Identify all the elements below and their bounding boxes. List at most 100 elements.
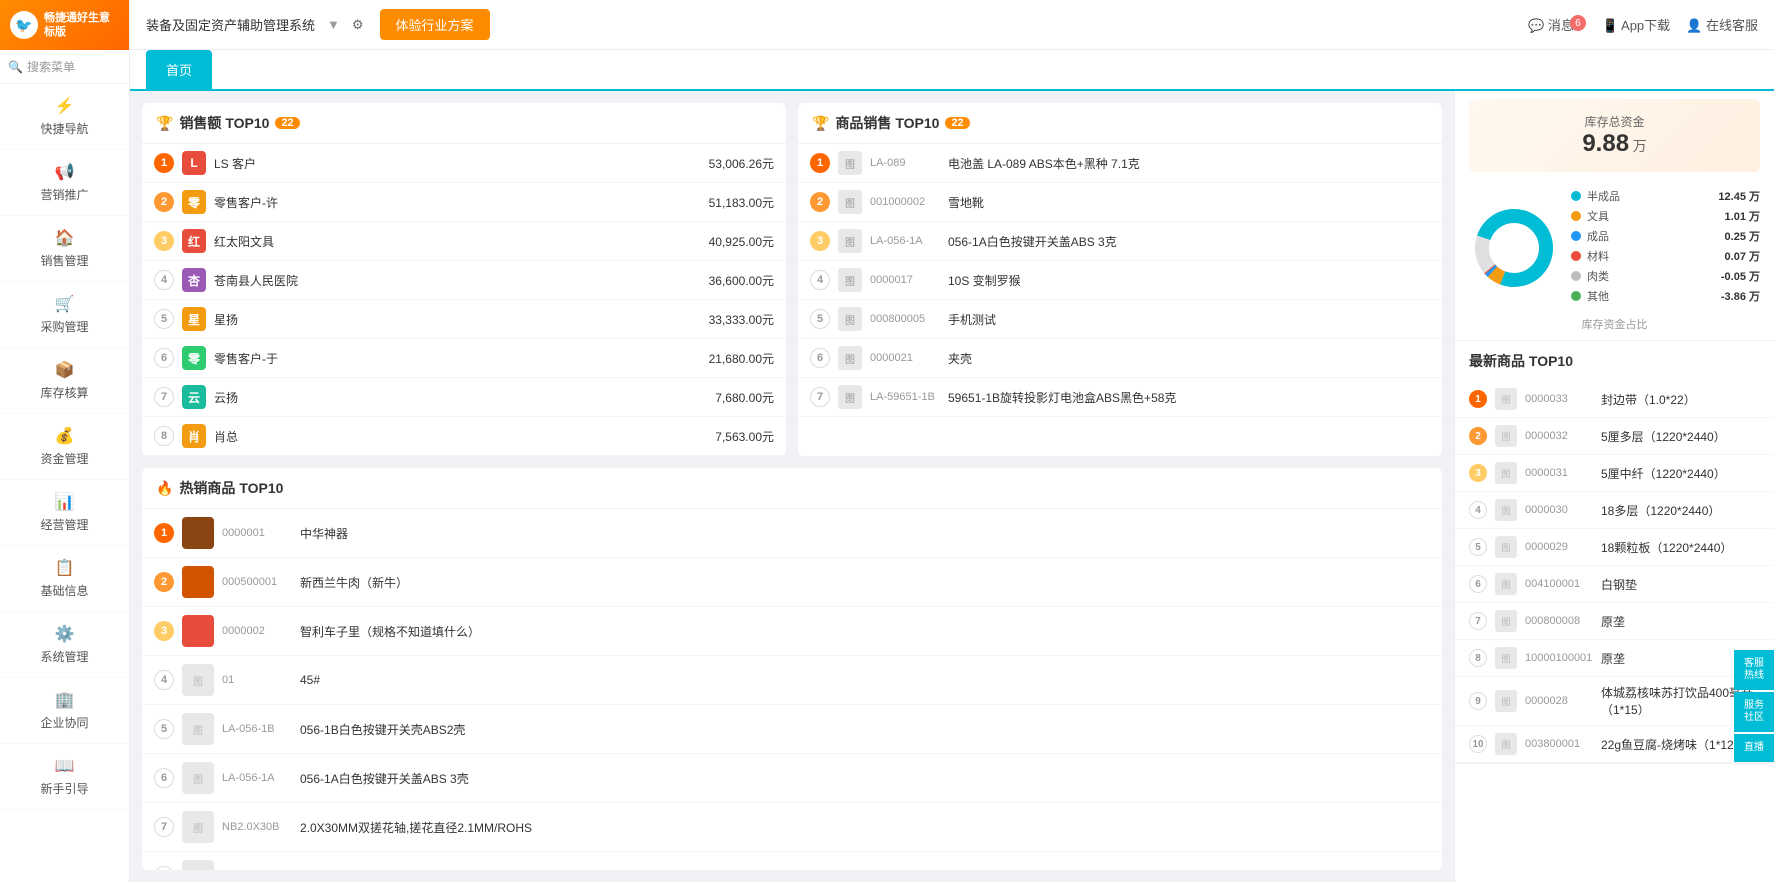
- legend-value: -3.86 万: [1721, 288, 1760, 304]
- sidebar-item-guide[interactable]: 📖 新手引导: [0, 744, 129, 810]
- tab-home[interactable]: 首页: [146, 50, 212, 89]
- sidebar-item-system[interactable]: ⚙️ 系统管理: [0, 612, 129, 678]
- sidebar-item-label: 营销推广: [40, 186, 88, 203]
- sidebar-item-label: 经营管理: [40, 516, 88, 533]
- rank-number: 4: [154, 270, 174, 290]
- list-item: 7 图 NB2.0X30B 2.0X30MM双搓花轴,搓花直径2.1MM/ROH…: [142, 803, 1442, 852]
- inventory-card: 库存总资金 9.88 万: [1469, 99, 1760, 172]
- product-code: 0000032: [1525, 430, 1593, 442]
- product-img: 图: [182, 860, 214, 870]
- float-btn-community[interactable]: 服务社区: [1734, 692, 1774, 732]
- sidebar-item-company[interactable]: 🏢 企业协同: [0, 678, 129, 744]
- avatar: L: [182, 151, 206, 175]
- inventory-icon: 📦: [55, 360, 75, 380]
- product-img: 图: [838, 151, 862, 175]
- product-rank-badge: 22: [945, 117, 969, 129]
- list-item: 5 图 LA-056-1B 056-1B白色按键开关壳ABS2壳: [142, 705, 1442, 754]
- product-img: 图: [1495, 462, 1517, 484]
- float-btn-live[interactable]: 直播: [1734, 734, 1774, 762]
- legend-item: 文具 1.01 万: [1571, 208, 1760, 224]
- avatar: 红: [182, 229, 206, 253]
- message-badge: 6: [1570, 15, 1586, 31]
- rank-number: 1: [154, 153, 174, 173]
- avatar: 星: [182, 307, 206, 331]
- app-link[interactable]: 📱 App下载: [1602, 15, 1670, 34]
- settings-icon[interactable]: ⚙: [352, 17, 364, 33]
- sidebar-item-shortcut[interactable]: ⚡ 快捷导航: [0, 84, 129, 150]
- table-row: 7 云 云扬 7,680.00元: [142, 378, 786, 417]
- customer-rank-badge: 22: [275, 117, 299, 129]
- sidebar-item-finance[interactable]: 💰 资金管理: [0, 414, 129, 480]
- customer-value: 33,333.00元: [709, 311, 774, 328]
- new-products-title: 最新商品 TOP10: [1455, 341, 1774, 381]
- legend-dot: [1571, 251, 1581, 261]
- product-name: 12070519-xs: [300, 869, 1430, 870]
- product-code: 0000033: [1525, 393, 1593, 405]
- product-name: 5厘中纤（1220*2440）: [1601, 465, 1760, 482]
- sidebar-item-inventory[interactable]: 📦 库存核算: [0, 348, 129, 414]
- inventory-unit: 万: [1633, 138, 1647, 154]
- trial-button[interactable]: 体验行业方案: [380, 9, 490, 40]
- list-item: 9 图 0000028 体城荔核味苏打饮品400毫升（1*15）: [1455, 677, 1774, 726]
- rank-number: 3: [810, 231, 830, 251]
- sidebar-nav: ⚡ 快捷导航 📢 营销推广 🏠 销售管理 🛒 采购管理 📦 库存核算 💰 资金管…: [0, 84, 129, 882]
- product-img: 图: [838, 385, 862, 409]
- service-label: 在线客服: [1706, 18, 1758, 33]
- product-name: 2.0X30MM双搓花轴,搓花直径2.1MM/ROHS: [300, 819, 1430, 836]
- product-code: LA-056-1B: [222, 723, 292, 735]
- product-img: 图: [1495, 425, 1517, 447]
- sidebar-item-marketing[interactable]: 📢 营销推广: [0, 150, 129, 216]
- rank-number: 3: [154, 231, 174, 251]
- customer-value: 7,680.00元: [715, 389, 774, 406]
- legend-value: 0.25 万: [1725, 228, 1760, 244]
- sidebar-item-label: 基础信息: [40, 582, 88, 599]
- avatar: 零: [182, 346, 206, 370]
- rank-number: 2: [154, 572, 174, 592]
- product-img: 图: [182, 664, 214, 696]
- sidebar-item-label: 新手引导: [40, 780, 88, 797]
- float-btn-service[interactable]: 客服热线: [1734, 650, 1774, 690]
- product-name: 056-1B白色按键开关壳ABS2壳: [300, 721, 1430, 738]
- table-row: 3 图 LA-056-1A 056-1A白色按键开关盖ABS 3克: [798, 222, 1442, 261]
- legend-item: 成品 0.25 万: [1571, 228, 1760, 244]
- sidebar-item-sales[interactable]: 🏠 销售管理: [0, 216, 129, 282]
- service-link[interactable]: 👤 在线客服: [1686, 15, 1758, 34]
- dropdown-icon[interactable]: ▼: [327, 17, 340, 32]
- left-panels: 🏆 销售额 TOP10 22 1 L LS 客户 53,006.26元 2 零 …: [130, 91, 1454, 882]
- rank-number: 4: [1469, 501, 1487, 519]
- legend-name: 其他: [1587, 288, 1715, 304]
- product-code: 000800005: [870, 313, 940, 325]
- sidebar-search[interactable]: 🔍 搜索菜单: [0, 50, 129, 84]
- legend-name: 半成品: [1587, 188, 1712, 204]
- table-row: 2 零 零售客户-许 51,183.00元: [142, 183, 786, 222]
- table-row: 7 图 LA-59651-1B 59651-1B旋转投影灯电池盒ABS黑色+58…: [798, 378, 1442, 417]
- message-link[interactable]: 💬 消息6: [1528, 15, 1586, 34]
- sidebar-item-operation[interactable]: 📊 经营管理: [0, 480, 129, 546]
- list-item: 1 图 0000033 封边带（1.0*22）: [1455, 381, 1774, 418]
- product-img: 图: [1495, 573, 1517, 595]
- table-row: 5 图 000800005 手机测试: [798, 300, 1442, 339]
- legend-item: 肉类 -0.05 万: [1571, 268, 1760, 284]
- rank-number: 8: [1469, 649, 1487, 667]
- table-row: 5 星 星扬 33,333.00元: [142, 300, 786, 339]
- rank-number: 7: [154, 817, 174, 837]
- rank-number: 8: [154, 866, 174, 870]
- sidebar-item-purchase[interactable]: 🛒 采购管理: [0, 282, 129, 348]
- rank-number: 5: [810, 309, 830, 329]
- sidebar-item-base[interactable]: 📋 基础信息: [0, 546, 129, 612]
- rank-number: 4: [810, 270, 830, 290]
- customer-value: 53,006.26元: [709, 155, 774, 172]
- list-item: 4 图 0000030 18多层（1220*2440）: [1455, 492, 1774, 529]
- list-item: 5 图 0000029 18颗粒板（1220*2440）: [1455, 529, 1774, 566]
- new-products-section: 最新商品 TOP10 1 图 0000033 封边带（1.0*22） 2 图 0…: [1455, 341, 1774, 764]
- topbar-right: 💬 消息6 📱 App下载 👤 在线客服: [1528, 15, 1758, 34]
- rank-number: 7: [810, 387, 830, 407]
- rank-number: 10: [1469, 735, 1487, 753]
- rank-number: 2: [154, 192, 174, 212]
- legend-value: 0.07 万: [1725, 248, 1760, 264]
- legend-item: 其他 -3.86 万: [1571, 288, 1760, 304]
- rank-number: 4: [154, 670, 174, 690]
- list-item: 1 0000001 中华神器: [142, 509, 1442, 558]
- product-code: 0000031: [1525, 467, 1593, 479]
- customer-rank-card: 🏆 销售额 TOP10 22 1 L LS 客户 53,006.26元 2 零 …: [142, 103, 786, 456]
